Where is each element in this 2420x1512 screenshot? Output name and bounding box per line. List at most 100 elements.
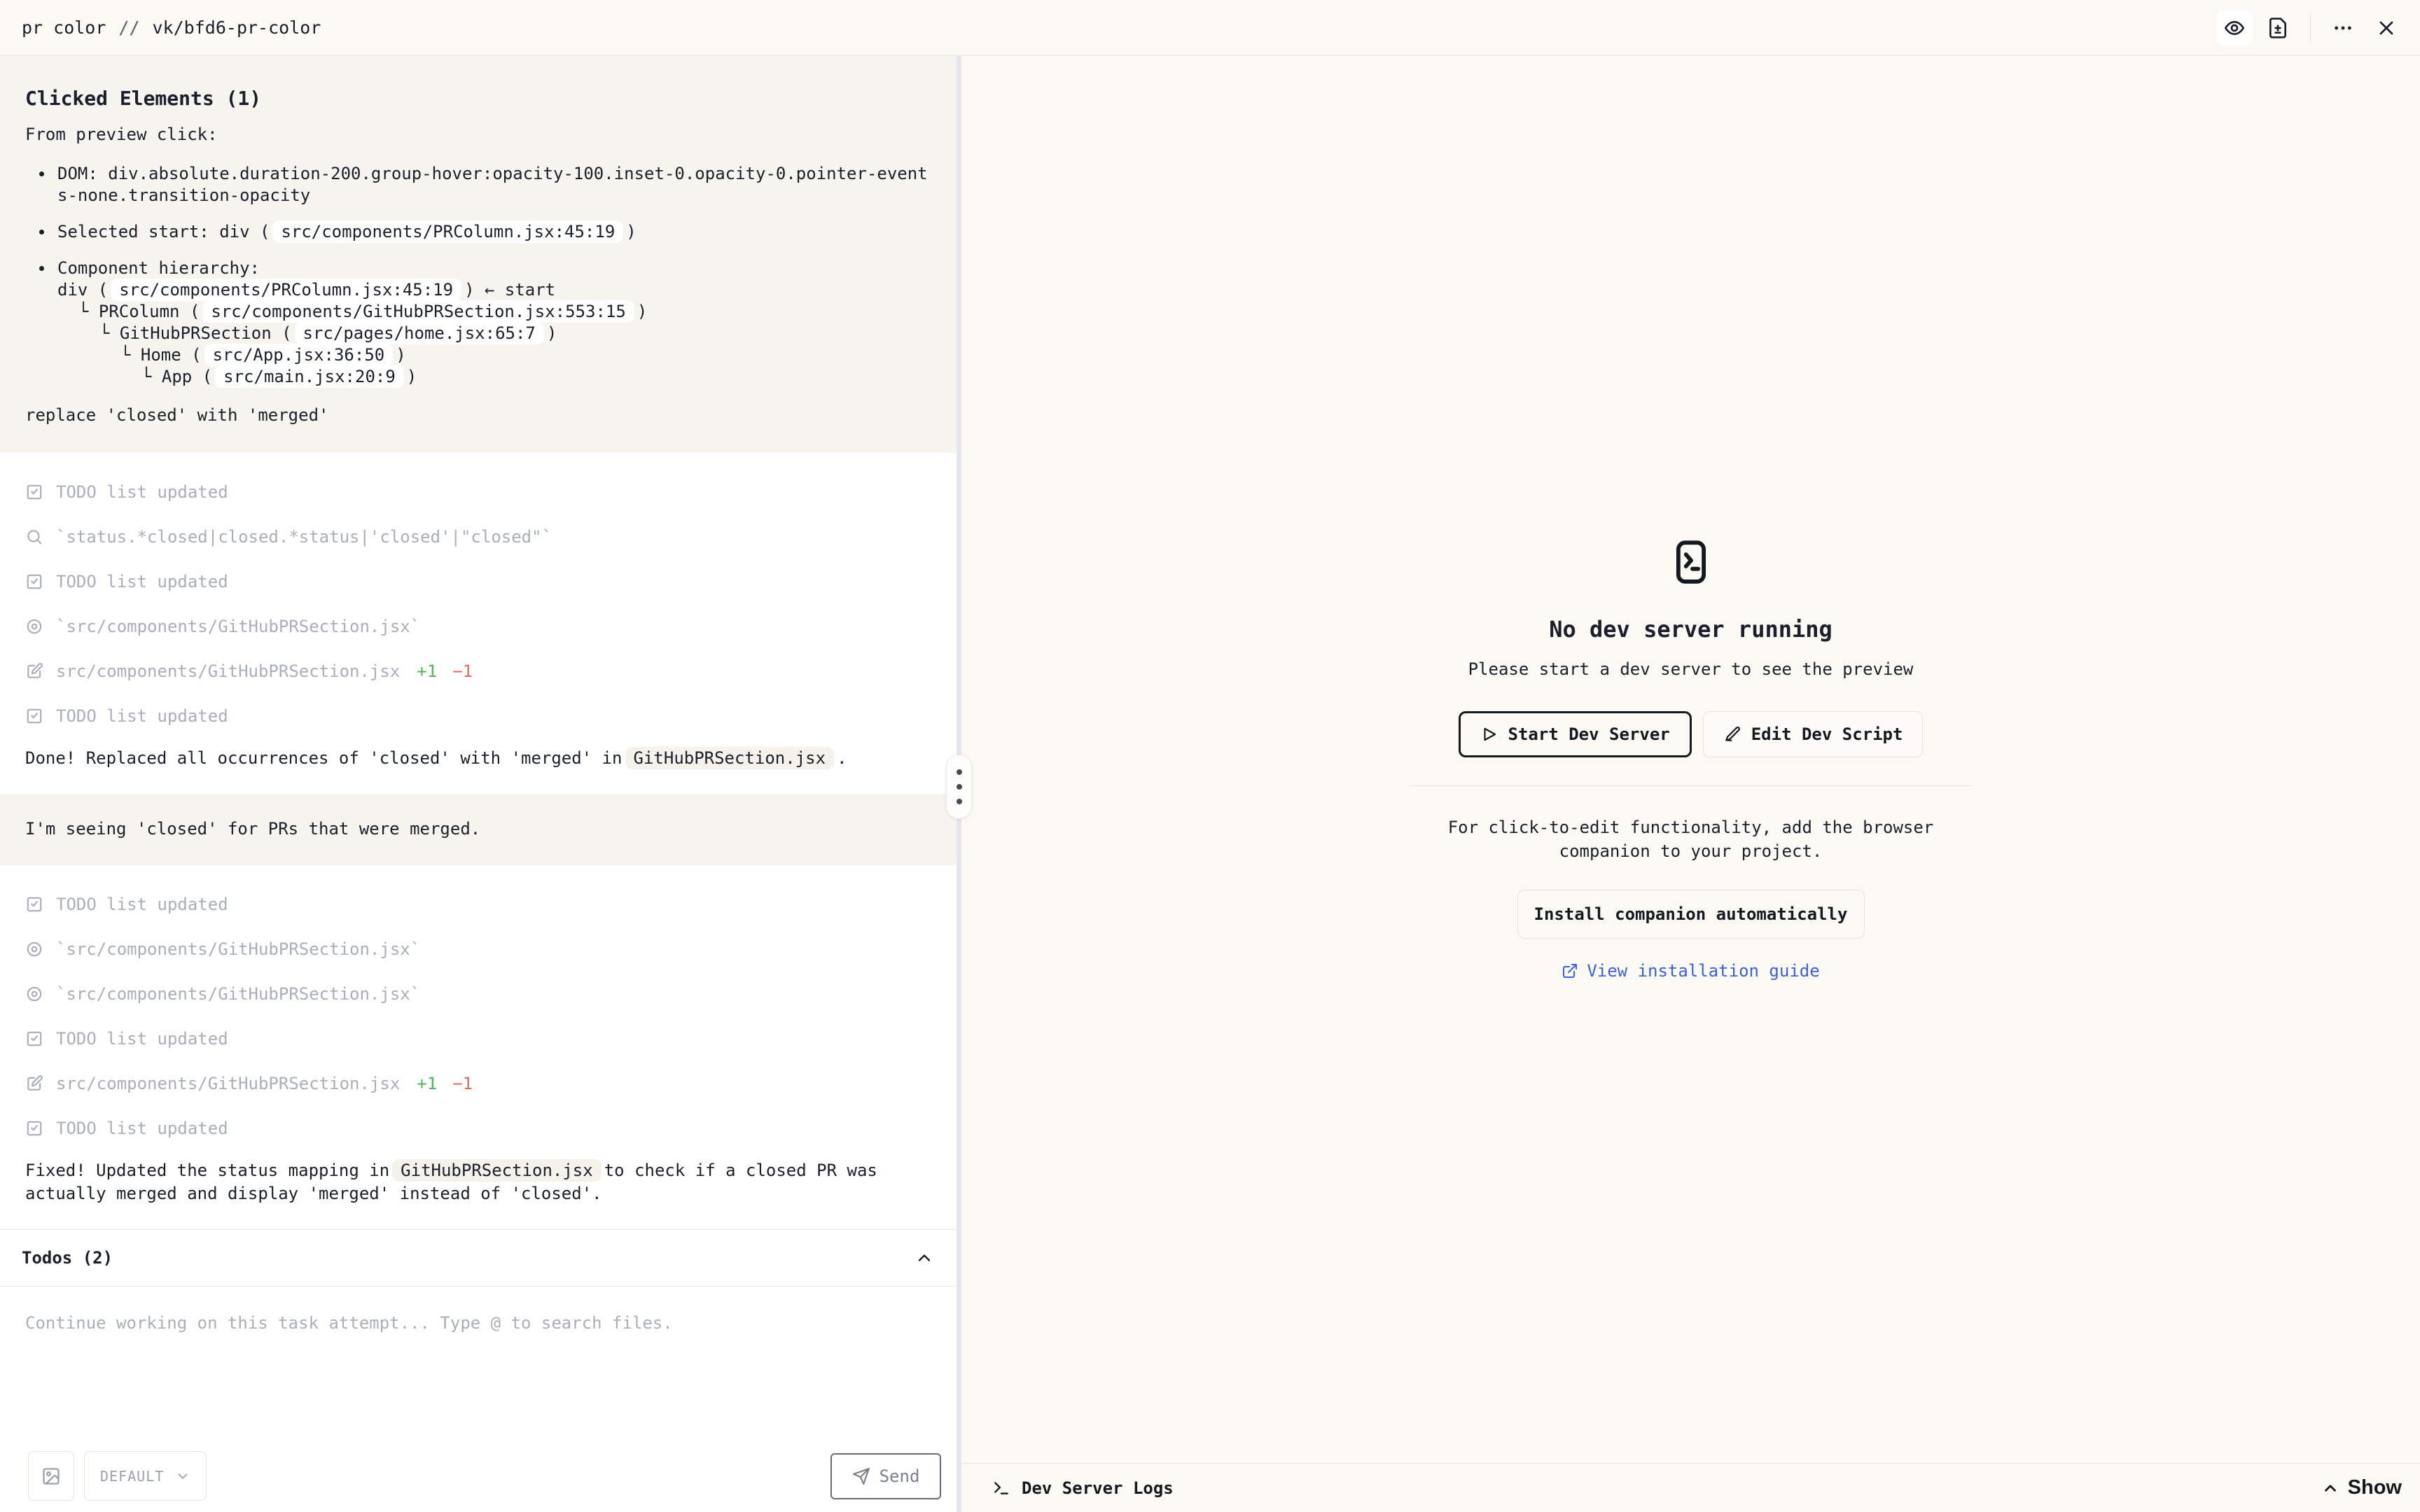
installation-guide-label: View installation guide — [1587, 960, 1820, 981]
breadcrumb: pr color // vk/bfd6-pr-color — [22, 18, 321, 38]
file-name-chip: GitHubPRSection.jsx — [625, 747, 835, 769]
file-path-chip: src/components/GitHubPRSection.jsx:553:1… — [202, 300, 634, 323]
preview-actions: Start Dev Server Edit Dev Script — [1458, 710, 1924, 757]
todo-check-icon — [25, 1030, 43, 1048]
tool-event-text: TODO list updated — [56, 1119, 228, 1138]
hierarchy-tree-line: div (src/components/PRColumn.jsx:45:19) … — [57, 279, 556, 301]
preview-toggle-button[interactable] — [2216, 9, 2253, 46]
tool-event-row[interactable]: src/components/GitHubPRSection.jsx +1 −1 — [0, 1061, 957, 1106]
component-hierarchy-item: Component hierarchy: div (src/components… — [39, 258, 931, 388]
composer: Continue working on this task attempt...… — [0, 1287, 957, 1512]
hierarchy-tree-line: └ App (src/main.jsx:20:9) — [141, 365, 417, 388]
todos-label: Todos (2) — [22, 1248, 113, 1268]
composer-controls: DEFAULT Send — [28, 1451, 941, 1501]
user-prompt-text: replace 'closed' with 'merged' — [25, 405, 329, 425]
clicked-elements-intro: From preview click: — [25, 125, 218, 144]
assistant-turn-2: TODO list updated `src/components/GitHubP… — [0, 865, 957, 1229]
tool-event-row[interactable]: `src/components/GitHubPRSection.jsx` — [0, 972, 957, 1016]
task-title: pr color — [22, 18, 106, 38]
dev-server-logs-bar: Dev Server Logs Show — [961, 1463, 2420, 1512]
topbar: pr color // vk/bfd6-pr-color — [0, 0, 2420, 56]
tool-events-list-2: TODO list updated `src/components/GitHubP… — [0, 882, 957, 1151]
lines-removed-count: −1 — [452, 662, 473, 681]
tool-event-row[interactable]: TODO list updated — [0, 1106, 957, 1151]
square-pen-icon — [25, 662, 43, 680]
profile-selector[interactable]: DEFAULT — [84, 1451, 207, 1501]
main-split: Clicked Elements (1) From preview click:… — [0, 56, 2420, 1512]
tool-event-text: src/components/GitHubPRSection.jsx — [56, 662, 401, 681]
todos-section-header[interactable]: Todos (2) — [0, 1229, 957, 1287]
send-button[interactable]: Send — [830, 1452, 941, 1499]
close-button[interactable] — [2368, 10, 2405, 46]
conversation-panel: Clicked Elements (1) From preview click:… — [0, 56, 957, 1512]
hierarchy-tree-line: └ GitHubPRSection (src/pages/home.jsx:65… — [99, 322, 557, 344]
external-link-icon — [1562, 962, 1578, 979]
assistant-message-2: Fixed! Updated the status mapping in GitH… — [25, 1159, 877, 1203]
selected-start-item: Selected start: div (src/components/PRCo… — [39, 220, 931, 243]
branch-name: vk/bfd6-pr-color — [152, 18, 321, 38]
chevron-up-icon[interactable] — [915, 1248, 934, 1268]
file-path-chip: src/main.jsx:20:9 — [215, 365, 404, 388]
breadcrumb-separator: // — [118, 18, 140, 38]
tool-event-row[interactable]: src/components/GitHubPRSection.jsx +1 −1 — [0, 649, 957, 694]
section-divider — [1410, 785, 1971, 786]
message-input[interactable]: Continue working on this task attempt...… — [0, 1287, 957, 1399]
file-diff-icon — [2267, 17, 2289, 39]
dom-selector-item: DOM: div.absolute.duration-200.group-hov… — [39, 163, 931, 206]
edit-dev-script-button[interactable]: Edit Dev Script — [1702, 710, 1924, 757]
user-message-followup: I'm seeing 'closed' for PRs that were me… — [0, 794, 957, 865]
tool-event-text: `status.*closed|closed.*status|'closed'|… — [56, 527, 552, 547]
clicked-elements-heading: Clicked Elements (1) — [25, 87, 262, 110]
todo-check-icon — [25, 1119, 43, 1138]
tool-event-row[interactable]: `src/components/GitHubPRSection.jsx` — [0, 604, 957, 649]
send-icon — [852, 1467, 870, 1485]
tool-event-row[interactable]: TODO list updated — [0, 694, 957, 738]
circle-dot-icon — [25, 985, 43, 1003]
close-icon — [2375, 17, 2398, 39]
hierarchy-tree-line: └ Home (src/App.jsx:36:50) — [120, 344, 406, 366]
tool-event-text: src/components/GitHubPRSection.jsx — [56, 1074, 401, 1093]
play-icon — [1480, 725, 1498, 743]
start-dev-server-button[interactable]: Start Dev Server — [1458, 710, 1692, 757]
assistant-message-1: Done! Replaced all occurrences of 'close… — [25, 747, 847, 769]
tool-event-row[interactable]: `status.*closed|closed.*status|'closed'|… — [0, 514, 957, 559]
start-dev-server-label: Start Dev Server — [1508, 724, 1670, 744]
tool-event-row[interactable]: `src/components/GitHubPRSection.jsx` — [0, 927, 957, 972]
diff-view-button[interactable] — [2260, 10, 2296, 46]
pencil-icon — [1723, 725, 1741, 743]
topbar-divider — [2310, 14, 2311, 41]
more-menu-button[interactable] — [2325, 10, 2361, 46]
tool-event-row[interactable]: TODO list updated — [0, 559, 957, 604]
clicked-elements-list: DOM: div.absolute.duration-200.group-hov… — [39, 163, 931, 388]
panel-resize-handle[interactable] — [946, 755, 972, 819]
tool-event-row[interactable]: TODO list updated — [0, 1016, 957, 1061]
lines-added-count: +1 — [417, 1074, 438, 1093]
dev-server-logs-label: Dev Server Logs — [1022, 1478, 1174, 1498]
terminal-prompt-icon — [992, 1479, 1010, 1497]
installation-guide-link[interactable]: View installation guide — [1562, 960, 1820, 981]
preview-panel: No dev server running Please start a dev… — [961, 56, 2420, 1512]
circle-dot-icon — [25, 940, 43, 958]
todo-check-icon — [25, 483, 43, 501]
install-companion-button[interactable]: Install companion automatically — [1517, 889, 1865, 939]
component-hierarchy-tree: div (src/components/PRColumn.jsx:45:19) … — [57, 279, 931, 388]
image-icon — [41, 1466, 61, 1486]
tool-event-row[interactable]: TODO list updated — [0, 470, 957, 514]
attach-image-button[interactable] — [28, 1451, 74, 1501]
square-pen-icon — [25, 1074, 43, 1093]
preview-empty-title: No dev server running — [1549, 615, 1833, 643]
assistant-turn-1: TODO list updated `status.*closed|closed.… — [0, 453, 957, 794]
tool-event-text: TODO list updated — [56, 572, 228, 592]
show-logs-toggle[interactable]: Show — [2321, 1476, 2402, 1499]
topbar-actions — [2216, 9, 2405, 46]
tool-events-list-1: TODO list updated `status.*closed|closed.… — [0, 470, 957, 738]
circle-dot-icon — [25, 617, 43, 636]
tool-event-row[interactable]: TODO list updated — [0, 882, 957, 927]
lines-removed-count: −1 — [452, 1074, 473, 1093]
todo-check-icon — [25, 707, 43, 725]
tool-event-text: TODO list updated — [56, 1029, 228, 1049]
chevron-up-icon — [2321, 1479, 2339, 1497]
show-logs-label: Show — [2347, 1476, 2402, 1499]
tool-event-text: TODO list updated — [56, 706, 228, 726]
user-message-clicked-elements: Clicked Elements (1) From preview click:… — [0, 56, 957, 453]
